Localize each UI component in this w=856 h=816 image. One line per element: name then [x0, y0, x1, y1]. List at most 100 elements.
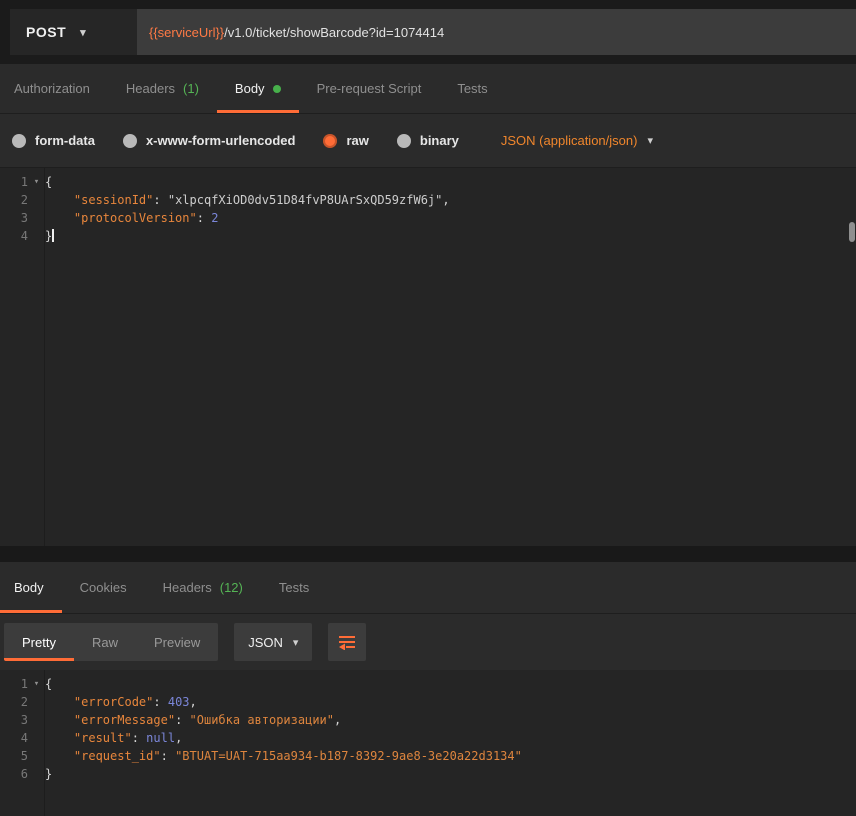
tab-label: Body [234, 81, 265, 96]
syntax-token-key: "sessionId" [73, 193, 154, 207]
scrollbar-thumb[interactable] [849, 222, 855, 242]
syntax-token-plain [45, 695, 74, 709]
line-number: 4 [20, 731, 28, 745]
tab-response-headers[interactable]: Headers (12) [145, 562, 261, 613]
radio-selected-icon [323, 133, 338, 148]
code-line[interactable]: 6} [0, 765, 856, 783]
syntax-token-punc: } [45, 229, 53, 243]
response-body-editor[interactable]: 1 ▾{2 "errorCode": 403, 3 "errorMessage": … [0, 670, 856, 816]
pane-resize-handle[interactable] [0, 546, 856, 562]
syntax-token-key: "request_id" [73, 749, 161, 763]
tab-response-cookies[interactable]: Cookies [62, 562, 145, 613]
method-dropdown[interactable]: POST ▾ [10, 9, 137, 55]
body-mode-binary[interactable]: binary [396, 133, 459, 148]
syntax-token-key: "errorMessage" [73, 713, 176, 727]
content-type-dropdown[interactable]: JSON (application/json) ▾ [501, 133, 653, 148]
syntax-token-punc: : [175, 713, 190, 727]
mode-label: form-data [35, 133, 95, 148]
tab-tests[interactable]: Tests [439, 64, 505, 113]
chevron-down-icon: ▾ [292, 636, 299, 649]
response-view-switcher: Pretty Raw Preview [4, 623, 219, 661]
headers-count-badge: (1) [183, 81, 199, 96]
code-line[interactable]: 1 ▾{ [0, 173, 856, 191]
tab-label: Body [14, 580, 44, 595]
fold-gutter-spacer [28, 227, 45, 245]
tab-response-tests[interactable]: Tests [261, 562, 327, 613]
tab-pre-request-script[interactable]: Pre-request Script [299, 64, 440, 113]
fold-gutter-spacer [28, 693, 45, 711]
body-mode-form-data[interactable]: form-data [12, 133, 95, 148]
code-line[interactable]: 2 "errorCode": 403, [0, 693, 856, 711]
syntax-token-punc: , [189, 695, 197, 709]
body-mode-raw[interactable]: raw [323, 133, 369, 148]
syntax-token-punc: { [45, 175, 53, 189]
syntax-token-key: "result" [73, 731, 132, 745]
fold-toggle-icon[interactable]: ▾ [28, 173, 45, 191]
view-preview-button[interactable]: Preview [136, 623, 218, 661]
syntax-token-str: "Ошибка авторизации" [189, 713, 335, 727]
syntax-token-punc: , [334, 713, 342, 727]
code-text: } [45, 765, 52, 783]
syntax-token-punc: } [45, 767, 53, 781]
response-toolbar: Pretty Raw Preview JSON ▾ [0, 614, 856, 670]
view-pretty-button[interactable]: Pretty [4, 623, 74, 661]
line-number: 3 [20, 713, 28, 727]
code-line[interactable]: 4 "result": null, [0, 729, 856, 747]
headers-count-badge: (12) [219, 580, 243, 595]
fold-gutter-spacer [28, 765, 45, 783]
radio-icon [122, 133, 137, 148]
request-tabs: Authorization Headers (1) Body Pre-reque… [0, 64, 856, 114]
view-label: Pretty [22, 634, 56, 650]
method-label: POST [26, 24, 67, 40]
code-line[interactable]: 5 "request_id": "BTUAT=UAT-715aa934-b187… [0, 747, 856, 765]
radio-icon [396, 133, 411, 148]
code-line[interactable]: 2 "sessionId": "xlpcqfXiOD0dv51D84fvP8UA… [0, 191, 856, 209]
tab-response-body[interactable]: Body [0, 562, 62, 613]
mode-label: binary [419, 133, 459, 148]
url-variable: {{serviceUrl}} [149, 24, 225, 40]
wrap-lines-button[interactable] [328, 623, 367, 661]
view-raw-button[interactable]: Raw [74, 623, 136, 661]
mode-label: raw [346, 133, 369, 148]
line-number: 5 [20, 749, 28, 763]
tab-headers[interactable]: Headers (1) [108, 64, 217, 113]
text-cursor [52, 229, 55, 242]
fold-gutter-spacer [28, 191, 45, 209]
syntax-token-plain [45, 193, 74, 207]
tab-label: Headers [162, 580, 212, 595]
request-body-editor[interactable]: 1 ▾{2 "sessionId": "xlpcqfXiOD0dv51D84fvP… [0, 168, 856, 546]
green-dot-icon [272, 84, 281, 93]
url-input[interactable]: {{serviceUrl}} /v1.0/ticket/showBarcode?… [137, 9, 856, 55]
syntax-token-punc: : [153, 193, 168, 207]
code-line[interactable]: 4} [0, 227, 856, 245]
code-text: { [45, 173, 52, 191]
code-text: "errorMessage": "Ошибка авторизации", [45, 711, 341, 729]
syntax-token-num: 2 [211, 211, 219, 225]
syntax-token-plain [45, 749, 74, 763]
code-line[interactable]: 1 ▾{ [0, 675, 856, 693]
tab-label: Cookies [79, 580, 127, 595]
tab-body[interactable]: Body [217, 64, 299, 113]
line-number: 4 [20, 229, 28, 243]
syntax-token-plain [45, 731, 74, 745]
fold-gutter-spacer [28, 711, 45, 729]
syntax-token-punc: : [160, 749, 176, 763]
code-text: { [45, 675, 52, 693]
line-number: 2 [20, 695, 28, 709]
syntax-token-punc: : [196, 211, 212, 225]
syntax-token-plain [45, 211, 74, 225]
tab-authorization[interactable]: Authorization [0, 64, 108, 113]
wrap-lines-icon [339, 636, 356, 650]
code-line[interactable]: 3 "errorMessage": "Ошибка авторизации", [0, 711, 856, 729]
radio-icon [12, 133, 26, 148]
response-tabs: Body Cookies Headers (12) Tests [0, 562, 856, 614]
chevron-down-icon: ▾ [80, 26, 87, 39]
syntax-token-punc: { [45, 677, 53, 691]
view-label: Raw [91, 634, 118, 650]
fold-toggle-icon[interactable]: ▾ [28, 675, 45, 693]
tab-label: Headers [125, 81, 176, 96]
code-line[interactable]: 3 "protocolVersion": 2 [0, 209, 856, 227]
body-mode-urlencoded[interactable]: x-www-form-urlencoded [122, 133, 295, 148]
response-format-dropdown[interactable]: JSON ▾ [234, 623, 313, 661]
code-text: "errorCode": 403, [45, 693, 197, 711]
